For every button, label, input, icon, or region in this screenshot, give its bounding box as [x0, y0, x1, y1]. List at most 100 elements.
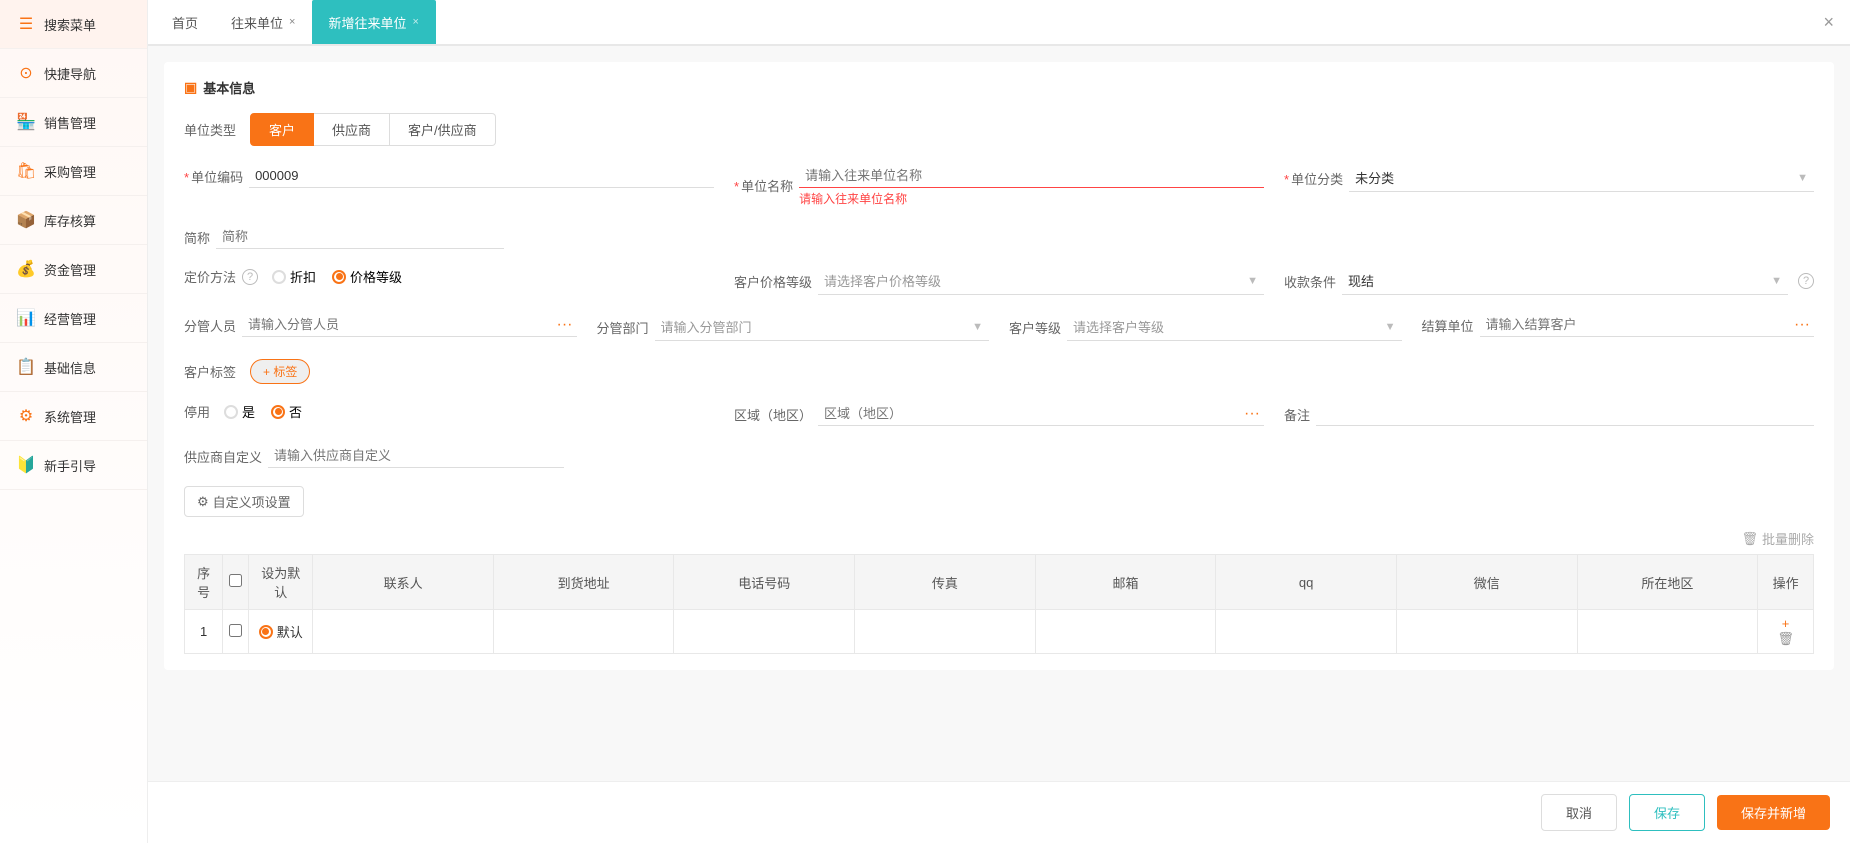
sidebar-item-label: 基础信息	[44, 358, 96, 377]
section-title-text: 基本信息	[203, 78, 255, 97]
type-btn-both[interactable]: 客户/供应商	[390, 113, 496, 146]
purchase-icon: 🛍	[16, 161, 36, 181]
sidebar-item-search[interactable]: ☰ 搜索菜单	[0, 0, 147, 49]
delete-row-btn[interactable]: 🗑	[1777, 631, 1794, 646]
page-footer: 取消 保存 保存并新增	[148, 781, 1850, 843]
tab-home[interactable]: 首页	[156, 0, 215, 44]
settlement-field: 结算单位 ···	[1422, 313, 1815, 337]
sidebar-item-finance[interactable]: 💰 资金管理	[0, 245, 147, 294]
unit-type-btn-group: 客户 供应商 客户/供应商	[250, 113, 496, 146]
disabled-yes-option[interactable]: 是	[224, 402, 255, 421]
cell-region[interactable]	[1577, 610, 1758, 654]
tab-partners-close[interactable]: ×	[289, 16, 295, 28]
unit-category-select[interactable]: 未分类 ▼	[1349, 164, 1814, 192]
unit-name-wrap: 请输入往来单位名称	[799, 164, 1264, 207]
region-label: 区域（地区）	[734, 405, 812, 424]
abbreviation-input[interactable]	[216, 225, 504, 249]
tab-bar-close-btn[interactable]: ×	[1815, 12, 1842, 33]
sidebar-item-label: 经营管理	[44, 309, 96, 328]
system-icon: ⚙	[16, 406, 36, 426]
contact-input[interactable]	[319, 624, 487, 639]
cell-wechat[interactable]	[1396, 610, 1577, 654]
cancel-button[interactable]: 取消	[1541, 794, 1617, 831]
customer-grade-field: 客户等级 请选择客户等级 ▼	[1009, 313, 1402, 341]
wechat-input[interactable]	[1403, 624, 1571, 639]
fax-input[interactable]	[861, 624, 1029, 639]
tab-new-partner[interactable]: 新增往来单位 ×	[312, 0, 435, 44]
remark-label: 备注	[1284, 405, 1310, 424]
cell-email[interactable]	[1035, 610, 1216, 654]
sidebar-item-guide[interactable]: 🔰 新手引导	[0, 441, 147, 490]
disabled-label: 停用	[184, 402, 210, 421]
tab-home-label: 首页	[172, 13, 198, 32]
th-no: 序号	[185, 555, 223, 610]
inventory-icon: 📦	[16, 210, 36, 230]
unit-code-input[interactable]	[249, 164, 714, 188]
region-table-input[interactable]	[1584, 624, 1752, 639]
cell-phone[interactable]	[674, 610, 855, 654]
customer-price-select[interactable]: 请选择客户价格等级 ▼	[818, 267, 1264, 295]
sidebar-item-sales[interactable]: 🏪 销售管理	[0, 98, 147, 147]
unit-type-row: 单位类型 客户 供应商 客户/供应商	[184, 113, 1814, 146]
tab-partners[interactable]: 往来单位 ×	[215, 0, 312, 44]
batch-delete-label[interactable]: 批量删除	[1762, 529, 1814, 548]
sidebar-item-inventory[interactable]: 📦 库存核算	[0, 196, 147, 245]
pricing-grade-radio	[332, 270, 346, 284]
sidebar-item-basic-info[interactable]: 📋 基础信息	[0, 343, 147, 392]
contact-table: 序号 设为默认 联系人 到货地址 电话号码 传真 邮箱 qq 微信 所在地区	[184, 554, 1814, 654]
remark-input[interactable]	[1316, 402, 1814, 426]
payment-help-icon[interactable]: ?	[1798, 273, 1814, 289]
sidebar-item-operations[interactable]: 📊 经营管理	[0, 294, 147, 343]
cell-qq[interactable]	[1216, 610, 1397, 654]
payment-condition-label: 收款条件	[1284, 272, 1336, 291]
pricing-help-icon[interactable]: ?	[242, 269, 258, 285]
manager-more-btn[interactable]: ···	[553, 316, 577, 334]
qq-input[interactable]	[1222, 624, 1390, 639]
dept-select[interactable]: 请输入分管部门 ▼	[655, 313, 989, 341]
add-tag-btn[interactable]: + 标签	[250, 359, 310, 384]
disabled-no-option[interactable]: 否	[271, 402, 302, 421]
sidebar-item-quick-nav[interactable]: ⊙ 快捷导航	[0, 49, 147, 98]
customer-grade-placeholder: 请选择客户等级	[1073, 317, 1385, 336]
th-address: 到货地址	[493, 555, 674, 610]
th-action: 操作	[1758, 555, 1814, 610]
address-input[interactable]	[500, 624, 668, 639]
settlement-input[interactable]	[1480, 313, 1791, 336]
save-new-button[interactable]: 保存并新增	[1717, 795, 1830, 830]
manager-input[interactable]	[242, 313, 553, 336]
unit-name-input[interactable]	[799, 164, 1264, 188]
cell-fax[interactable]	[855, 610, 1036, 654]
default-radio-item[interactable]: 默认	[255, 622, 306, 641]
pricing-grade-option[interactable]: 价格等级	[332, 267, 402, 286]
manager-label: 分管人员	[184, 316, 236, 335]
region-field: 区域（地区） ···	[734, 402, 1264, 426]
tab-new-partner-close[interactable]: ×	[412, 16, 418, 28]
settlement-more-btn[interactable]: ···	[1790, 316, 1814, 334]
select-all-checkbox[interactable]	[229, 574, 242, 587]
abbreviation-label: 简称	[184, 228, 210, 247]
type-btn-customer[interactable]: 客户	[250, 113, 314, 146]
supplier-custom-label: 供应商自定义	[184, 447, 262, 466]
row-checkbox[interactable]	[229, 624, 242, 637]
type-btn-supplier[interactable]: 供应商	[314, 113, 390, 146]
add-row-btn[interactable]: +	[1782, 616, 1790, 631]
pricing-discount-option[interactable]: 折扣	[272, 267, 316, 286]
cell-address[interactable]	[493, 610, 674, 654]
disabled-yes-radio	[224, 405, 238, 419]
unit-type-label: 单位类型	[184, 120, 236, 139]
pricing-row: 定价方法 ? 折扣 价格等级	[184, 267, 1814, 295]
email-input[interactable]	[1042, 624, 1210, 639]
sidebar-item-system[interactable]: ⚙ 系统管理	[0, 392, 147, 441]
sidebar-item-purchase[interactable]: 🛍 采购管理	[0, 147, 147, 196]
customer-grade-select[interactable]: 请选择客户等级 ▼	[1067, 313, 1401, 341]
cell-contact[interactable]	[313, 610, 494, 654]
custom-settings-btn[interactable]: ⚙ 自定义项设置	[184, 486, 304, 517]
phone-input[interactable]	[680, 624, 848, 639]
home-icon: ⊙	[16, 63, 36, 83]
save-button[interactable]: 保存	[1629, 794, 1705, 831]
region-input[interactable]	[818, 402, 1240, 425]
payment-condition-select[interactable]: 现结 ▼	[1342, 267, 1788, 295]
region-more-btn[interactable]: ···	[1240, 405, 1264, 423]
unit-name-field: 单位名称 请输入往来单位名称	[734, 164, 1264, 207]
supplier-custom-input[interactable]	[268, 444, 564, 468]
